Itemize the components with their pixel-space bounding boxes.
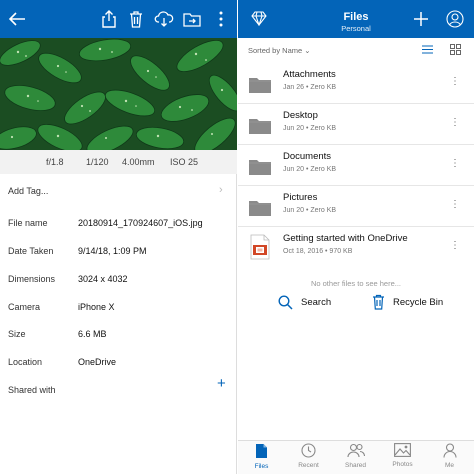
list-view-icon[interactable] xyxy=(422,45,433,56)
recycle-bin-button[interactable]: Recycle Bin xyxy=(372,293,443,311)
clock-icon xyxy=(301,443,316,458)
folder-icon xyxy=(249,78,271,93)
detail-value: 3024 x 4032 xyxy=(78,274,128,284)
detail-label: Date Taken xyxy=(8,246,54,256)
item-meta: Oct 18, 2016 • 970 KB xyxy=(283,248,353,255)
iso-value: ISO 25 xyxy=(170,157,199,167)
grid-view-icon[interactable] xyxy=(450,44,461,57)
search-button[interactable]: Search xyxy=(278,293,331,311)
detail-label: Size xyxy=(8,329,26,339)
more-options-icon[interactable]: ⋮ xyxy=(450,159,460,169)
file-list-item[interactable]: Attachments Jan 26 • Zero KB ⋮ xyxy=(238,63,474,104)
delete-icon[interactable] xyxy=(125,8,147,30)
detail-row-location: Location OneDrive xyxy=(0,349,237,375)
more-options-icon[interactable]: ⋮ xyxy=(450,118,460,128)
account-avatar-icon[interactable] xyxy=(446,10,464,33)
shared-with-label: Shared with xyxy=(8,385,56,395)
item-meta: Jun 20 • Zero KB xyxy=(283,166,337,173)
back-arrow-icon[interactable] xyxy=(6,8,28,30)
item-name: Getting started with OneDrive xyxy=(283,233,408,244)
detail-row-file-name: File name 20180914_170924607_iOS.jpg xyxy=(0,210,237,236)
detail-label: Camera xyxy=(8,302,41,312)
more-options-icon[interactable]: ⋮ xyxy=(450,241,460,251)
chevron-right-icon[interactable]: › xyxy=(219,184,223,196)
detail-label: Location xyxy=(8,357,43,367)
search-label: Search xyxy=(301,296,332,308)
item-name: Desktop xyxy=(283,110,318,121)
file-list-item[interactable]: Desktop Jun 20 • Zero KB ⋮ xyxy=(238,104,474,145)
account-subtitle: Personal xyxy=(341,24,371,33)
detail-label: File name xyxy=(8,218,48,228)
tab-label: Recent xyxy=(298,462,319,469)
move-to-folder-icon[interactable] xyxy=(181,8,203,30)
item-meta: Jun 20 • Zero KB xyxy=(283,125,337,132)
file-list-item[interactable]: Getting started with OneDrive Oct 18, 20… xyxy=(238,227,474,268)
tab-files[interactable]: Files xyxy=(238,443,285,470)
sort-dropdown[interactable]: Sorted by Name ⌄ xyxy=(248,46,311,55)
tab-photos[interactable]: Photos xyxy=(379,443,426,468)
tab-label: Me xyxy=(444,462,455,469)
detail-row-dimensions: Dimensions 3024 x 4032 xyxy=(0,266,237,292)
detail-row-camera: Camera iPhone X xyxy=(0,294,237,320)
page-title: Files xyxy=(343,11,369,23)
files-pane: Files Personal Sorted by Name ⌄ Attachme… xyxy=(238,0,474,474)
recycle-bin-label: Recycle Bin xyxy=(393,296,444,308)
folder-icon xyxy=(249,119,271,134)
person-icon xyxy=(442,443,457,458)
more-options-icon[interactable] xyxy=(210,8,232,30)
photo-details-pane: f/1.8 1/120 4.00mm ISO 25 Add Tag... › F… xyxy=(0,0,237,474)
item-name: Pictures xyxy=(283,192,318,203)
powerpoint-file-icon xyxy=(250,234,270,260)
empty-hint: No other files to see here... xyxy=(310,279,402,288)
tab-recent[interactable]: Recent xyxy=(285,443,332,469)
exif-bar: f/1.8 1/120 4.00mm ISO 25 xyxy=(0,150,237,174)
focal-length-value: 4.00mm xyxy=(122,157,155,167)
item-name: Attachments xyxy=(283,69,336,80)
folder-icon xyxy=(249,160,271,175)
files-header: Files Personal xyxy=(238,0,474,38)
add-tag-button[interactable]: Add Tag... xyxy=(8,186,48,196)
add-icon[interactable] xyxy=(414,12,428,31)
detail-value[interactable]: OneDrive xyxy=(78,357,116,367)
shutter-speed-value: 1/120 xyxy=(86,157,109,167)
tab-label: Photos xyxy=(392,461,413,468)
sort-bar: Sorted by Name ⌄ xyxy=(238,40,474,60)
detail-value: iPhone X xyxy=(78,302,115,312)
more-options-icon[interactable]: ⋮ xyxy=(450,77,460,87)
shared-with-row: Shared with xyxy=(0,377,237,403)
search-icon xyxy=(278,294,293,310)
more-options-icon[interactable]: ⋮ xyxy=(450,200,460,210)
chevron-down-icon: ⌄ xyxy=(304,46,311,55)
photo-preview[interactable] xyxy=(0,38,237,150)
detail-label: Dimensions xyxy=(8,274,56,284)
bottom-tab-bar: Files Recent Shared Photos Me xyxy=(238,440,474,474)
file-list-item[interactable]: Pictures Jun 20 • Zero KB ⋮ xyxy=(238,186,474,227)
detail-row-size: Size 6.6 MB xyxy=(0,321,237,347)
share-icon[interactable] xyxy=(98,8,120,30)
offline-cloud-icon[interactable] xyxy=(153,8,175,30)
aperture-value: f/1.8 xyxy=(46,157,64,167)
folder-icon xyxy=(249,201,271,216)
sort-label: Sorted by Name xyxy=(248,46,303,55)
photos-icon xyxy=(394,443,411,457)
item-meta: Jun 20 • Zero KB xyxy=(283,207,337,214)
people-icon xyxy=(346,443,365,458)
add-share-icon[interactable]: + xyxy=(217,376,226,391)
tab-me[interactable]: Me xyxy=(426,443,473,469)
item-name: Documents xyxy=(283,151,332,162)
tab-label: Files xyxy=(254,463,269,470)
photo-toolbar xyxy=(0,0,237,38)
item-meta: Jan 26 • Zero KB xyxy=(283,84,337,91)
tab-label: Shared xyxy=(345,462,366,469)
detail-row-date-taken: Date Taken 9/14/18, 1:09 PM xyxy=(0,238,237,264)
detail-value: 20180914_170924607_iOS.jpg xyxy=(78,218,203,228)
file-list-item[interactable]: Documents Jun 20 • Zero KB ⋮ xyxy=(238,145,474,186)
files-icon xyxy=(256,444,267,458)
detail-value: 6.6 MB xyxy=(78,329,107,339)
tab-shared[interactable]: Shared xyxy=(332,443,379,469)
detail-value: 9/14/18, 1:09 PM xyxy=(78,246,147,256)
recycle-bin-icon xyxy=(373,294,384,310)
